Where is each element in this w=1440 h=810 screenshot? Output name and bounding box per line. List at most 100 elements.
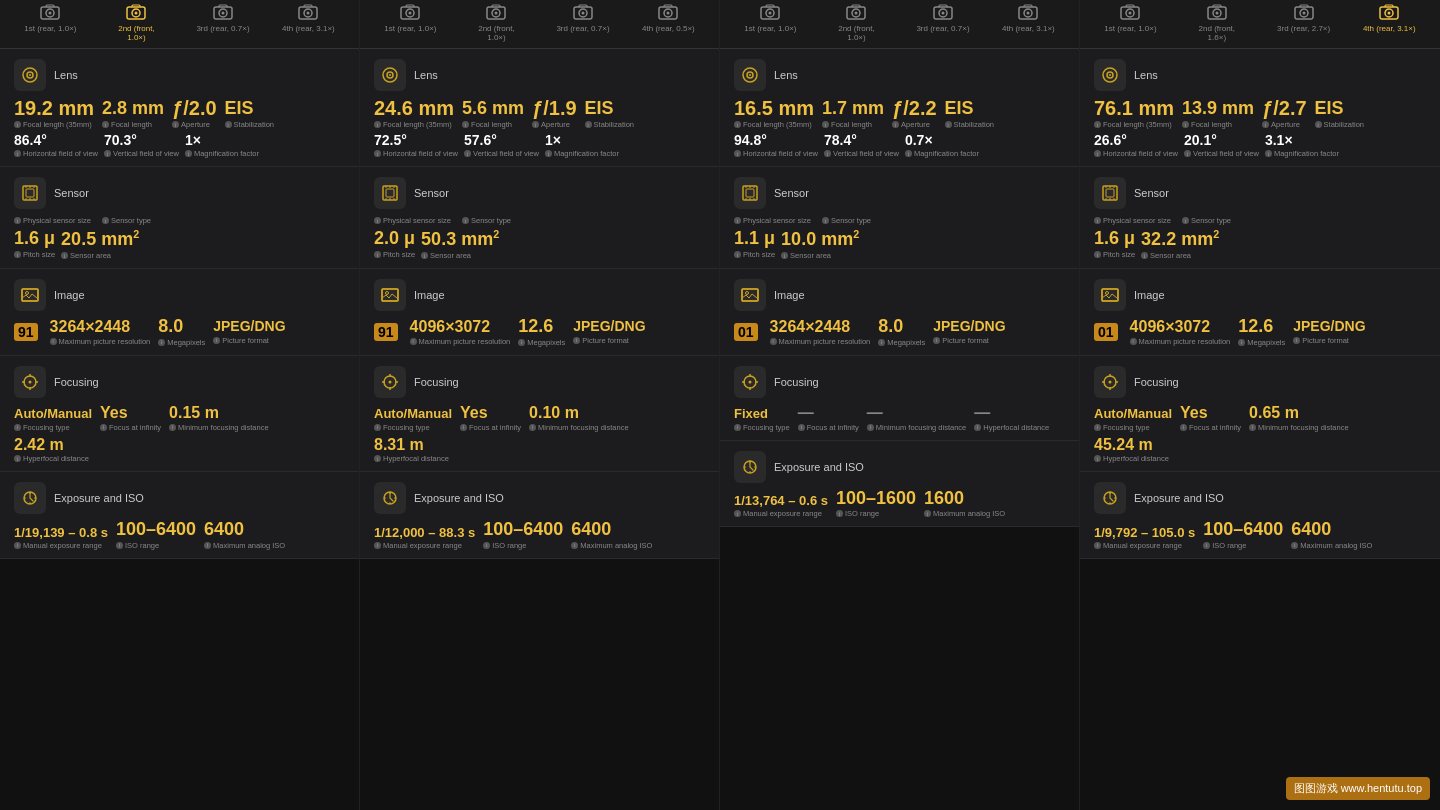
info-dot[interactable]: i (878, 339, 885, 346)
info-dot[interactable]: i (518, 339, 525, 346)
info-dot[interactable]: i (824, 150, 831, 157)
info-dot[interactable]: i (14, 150, 21, 157)
info-dot[interactable]: i (781, 252, 788, 259)
info-dot[interactable]: i (1291, 542, 1298, 549)
info-dot[interactable]: i (14, 217, 21, 224)
info-dot[interactable]: i (169, 424, 176, 431)
info-dot[interactable]: i (1094, 150, 1101, 157)
info-dot[interactable]: i (464, 150, 471, 157)
info-dot[interactable]: i (1094, 251, 1101, 258)
info-dot[interactable]: i (14, 251, 21, 258)
info-dot[interactable]: i (1141, 252, 1148, 259)
info-dot[interactable]: i (374, 542, 381, 549)
info-dot[interactable]: i (14, 121, 21, 128)
info-dot[interactable]: i (905, 150, 912, 157)
info-dot[interactable]: i (61, 252, 68, 259)
info-dot[interactable]: i (1262, 121, 1269, 128)
info-dot[interactable]: i (770, 338, 777, 345)
header-cam-2-3[interactable]: 3rd (rear, 0.7×) (556, 4, 609, 42)
info-dot[interactable]: i (529, 424, 536, 431)
info-dot[interactable]: i (483, 542, 490, 549)
info-dot[interactable]: i (1184, 150, 1191, 157)
info-dot[interactable]: i (374, 121, 381, 128)
info-dot[interactable]: i (102, 217, 109, 224)
info-dot[interactable]: i (822, 121, 829, 128)
header-cam-4-4[interactable]: 4th (rear, 3.1×) (1363, 4, 1416, 42)
info-dot[interactable]: i (734, 510, 741, 517)
info-dot[interactable]: i (1203, 542, 1210, 549)
info-dot[interactable]: i (1182, 121, 1189, 128)
info-dot[interactable]: i (734, 150, 741, 157)
info-dot[interactable]: i (158, 339, 165, 346)
header-cam-1-2[interactable]: 2nd (front, 1.0×) (109, 4, 164, 42)
info-dot[interactable]: i (116, 542, 123, 549)
header-cam-2-2[interactable]: 2nd (front, 1.0×) (469, 4, 524, 42)
info-dot[interactable]: i (421, 252, 428, 259)
info-dot[interactable]: i (14, 542, 21, 549)
info-dot[interactable]: i (734, 217, 741, 224)
info-dot[interactable]: i (1249, 424, 1256, 431)
info-dot[interactable]: i (102, 121, 109, 128)
info-dot[interactable]: i (1094, 121, 1101, 128)
info-dot[interactable]: i (14, 424, 21, 431)
info-dot[interactable]: i (374, 251, 381, 258)
info-dot[interactable]: i (798, 424, 805, 431)
header-cam-2-1[interactable]: 1st (rear, 1.0×) (384, 4, 436, 42)
info-dot[interactable]: i (734, 121, 741, 128)
info-dot[interactable]: i (1265, 150, 1272, 157)
info-dot[interactable]: i (1094, 542, 1101, 549)
header-cam-1-3[interactable]: 3rd (rear, 0.7×) (196, 4, 249, 42)
info-dot[interactable]: i (585, 121, 592, 128)
info-dot[interactable]: i (374, 455, 381, 462)
info-dot[interactable]: i (974, 424, 981, 431)
info-dot[interactable]: i (836, 510, 843, 517)
info-dot[interactable]: i (1094, 424, 1101, 431)
info-dot[interactable]: i (1094, 217, 1101, 224)
header-cam-3-4[interactable]: 4th (rear, 3.1×) (1002, 4, 1055, 42)
info-dot[interactable]: i (933, 337, 940, 344)
info-dot[interactable]: i (545, 150, 552, 157)
header-cam-4-3[interactable]: 3rd (rear, 2.7×) (1277, 4, 1330, 42)
info-dot[interactable]: i (374, 217, 381, 224)
info-dot[interactable]: i (573, 337, 580, 344)
info-dot[interactable]: i (185, 150, 192, 157)
info-dot[interactable]: i (213, 337, 220, 344)
info-dot[interactable]: i (734, 251, 741, 258)
header-cam-4-2[interactable]: 2nd (front, 1.6×) (1189, 4, 1244, 42)
header-cam-4-1[interactable]: 1st (rear, 1.0×) (1104, 4, 1156, 42)
header-cam-3-3[interactable]: 3rd (rear, 0.7×) (916, 4, 969, 42)
header-cam-2-4[interactable]: 4th (rear, 0.5×) (642, 4, 695, 42)
info-dot[interactable]: i (204, 542, 211, 549)
header-cam-3-2[interactable]: 2nd (front, 1.0×) (829, 4, 884, 42)
info-dot[interactable]: i (1094, 455, 1101, 462)
info-dot[interactable]: i (460, 424, 467, 431)
info-dot[interactable]: i (14, 455, 21, 462)
info-dot[interactable]: i (1315, 121, 1322, 128)
info-dot[interactable]: i (532, 121, 539, 128)
info-dot[interactable]: i (1130, 338, 1137, 345)
info-dot[interactable]: i (462, 121, 469, 128)
header-cam-1-4[interactable]: 4th (rear, 3.1×) (282, 4, 335, 42)
info-dot[interactable]: i (734, 424, 741, 431)
info-dot[interactable]: i (410, 338, 417, 345)
info-dot[interactable]: i (822, 217, 829, 224)
info-dot[interactable]: i (1182, 217, 1189, 224)
info-dot[interactable]: i (104, 150, 111, 157)
info-dot[interactable]: i (374, 424, 381, 431)
info-dot[interactable]: i (225, 121, 232, 128)
info-dot[interactable]: i (1180, 424, 1187, 431)
info-dot[interactable]: i (374, 150, 381, 157)
info-dot[interactable]: i (924, 510, 931, 517)
info-dot[interactable]: i (1238, 339, 1245, 346)
header-cam-3-1[interactable]: 1st (rear, 1.0×) (744, 4, 796, 42)
info-dot[interactable]: i (571, 542, 578, 549)
info-dot[interactable]: i (172, 121, 179, 128)
info-dot[interactable]: i (1293, 337, 1300, 344)
header-cam-1-1[interactable]: 1st (rear, 1.0×) (24, 4, 76, 42)
info-dot[interactable]: i (50, 338, 57, 345)
info-dot[interactable]: i (945, 121, 952, 128)
info-dot[interactable]: i (892, 121, 899, 128)
info-dot[interactable]: i (100, 424, 107, 431)
info-dot[interactable]: i (462, 217, 469, 224)
info-dot[interactable]: i (867, 424, 874, 431)
